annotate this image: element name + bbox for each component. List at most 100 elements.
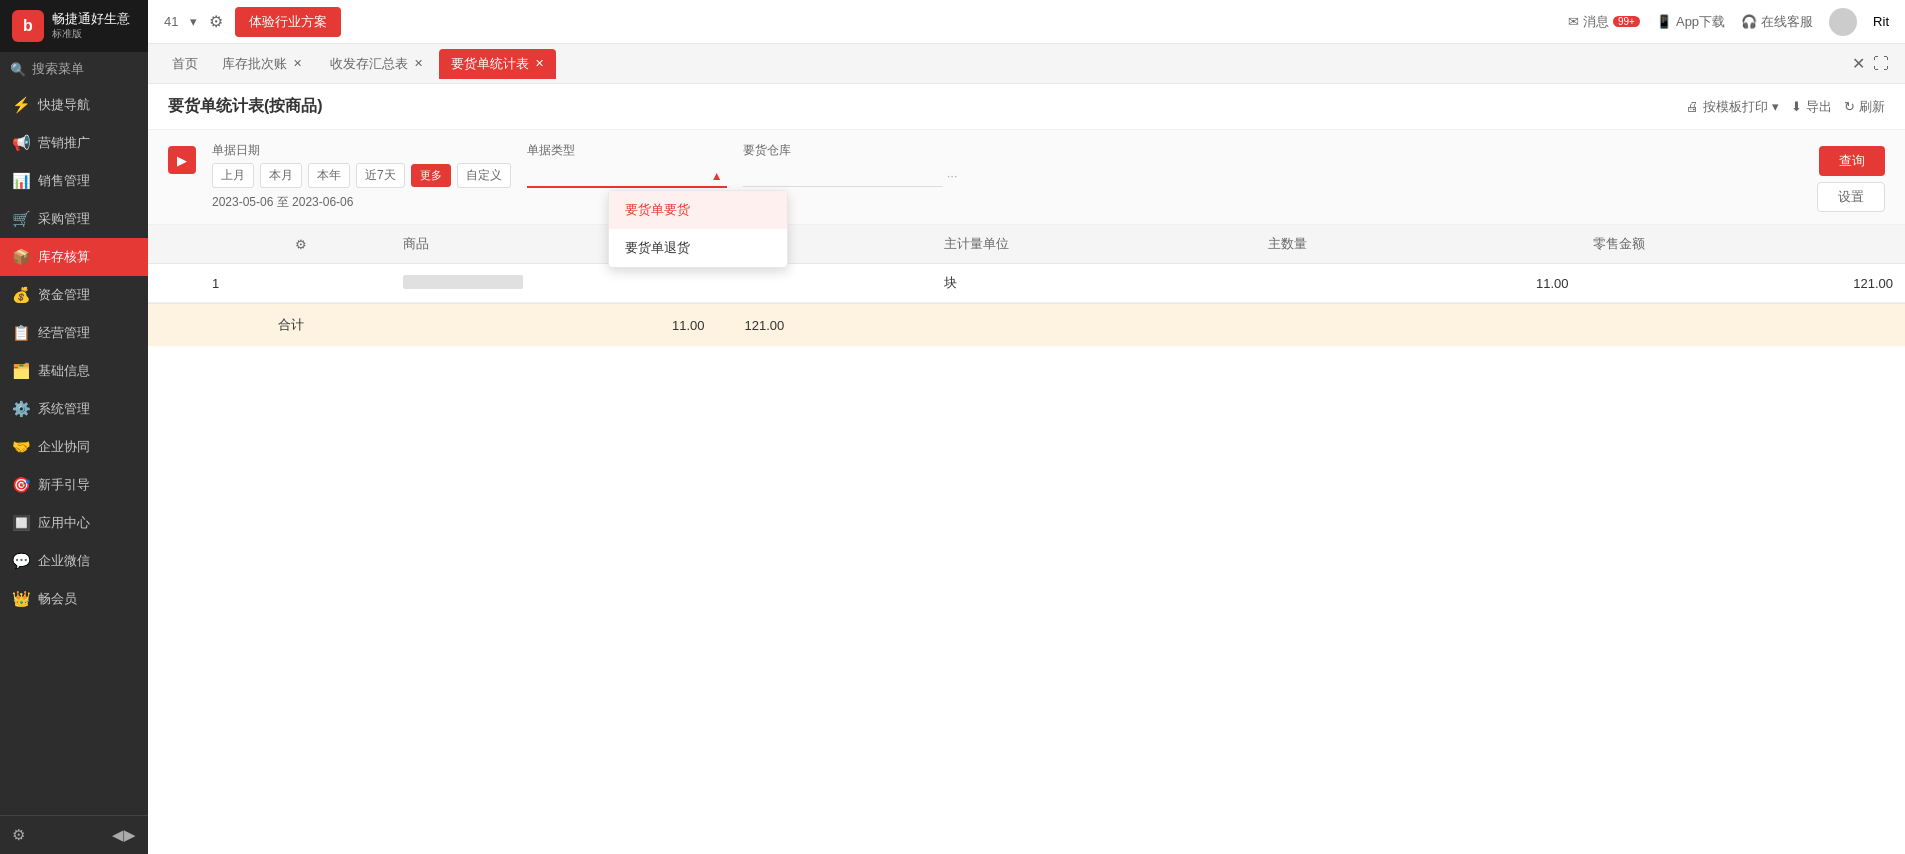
- warehouse-filter-group: 要货仓库 ···: [743, 142, 958, 187]
- sidebar-footer: ⚙ ◀▶: [0, 815, 148, 854]
- dropdown-item-order-goods[interactable]: 要货单要货: [609, 191, 787, 229]
- date-filter-options: 上月 本月 本年 近7天 更多 自定义: [212, 163, 511, 188]
- tab-batch-accounts[interactable]: 库存批次账 ✕: [210, 49, 314, 79]
- purchase-icon: 🛒: [12, 210, 30, 228]
- query-button[interactable]: 查询: [1819, 146, 1885, 176]
- apps-icon: 🔲: [12, 514, 30, 532]
- sidebar-item-guide[interactable]: 🎯 新手引导: [0, 466, 148, 504]
- topbar: 41 ▾ ⚙ 体验行业方案 ✉ 消息 99+ 📱 App下载 🎧 在线客服 Ri…: [148, 0, 1905, 44]
- date-btn-this-month[interactable]: 本月: [260, 163, 302, 188]
- type-filter-label: 单据类型: [527, 142, 727, 159]
- sidebar: b 畅捷通好生意 标准版 🔍 搜索菜单 ⚡ 快捷导航 📢 营销推广 📊 销售管理…: [0, 0, 148, 854]
- date-btn-7days[interactable]: 近7天: [356, 163, 405, 188]
- cell-product: [391, 264, 932, 303]
- guide-icon: 🎯: [12, 476, 30, 494]
- cell-unit: 块: [932, 264, 1256, 303]
- refresh-button[interactable]: ↻ 刷新: [1844, 98, 1885, 116]
- filter-actions: 查询 设置: [1817, 146, 1885, 212]
- app-download-button[interactable]: 📱 App下载: [1656, 13, 1725, 31]
- operations-icon: 📋: [12, 324, 30, 342]
- date-btn-this-year[interactable]: 本年: [308, 163, 350, 188]
- sidebar-item-enterprise[interactable]: 🤝 企业协同: [0, 428, 148, 466]
- warehouse-filter-label: 要货仓库: [743, 142, 958, 159]
- sidebar-logo: b 畅捷通好生意 标准版: [0, 0, 148, 52]
- warehouse-select-input[interactable]: [743, 163, 943, 187]
- tabs-close-all-icon[interactable]: ✕: [1852, 54, 1865, 73]
- message-icon: ✉: [1568, 14, 1579, 29]
- search-menu[interactable]: 🔍 搜索菜单: [0, 52, 148, 86]
- refresh-icon: ↻: [1844, 99, 1855, 114]
- username: Rit: [1873, 14, 1889, 29]
- online-service-button[interactable]: 🎧 在线客服: [1741, 13, 1813, 31]
- col-header-num: [148, 225, 283, 264]
- sidebar-item-apps[interactable]: 🔲 应用中心: [0, 504, 148, 542]
- sidebar-item-marketing[interactable]: 📢 营销推广: [0, 124, 148, 162]
- logo-icon: b: [12, 10, 44, 42]
- tab-collect-summary[interactable]: 收发存汇总表 ✕: [318, 49, 435, 79]
- date-filter-group: 单据日期 上月 本月 本年 近7天 更多 自定义 2023-05-06 至 20…: [212, 142, 511, 211]
- warehouse-dots-icon[interactable]: ···: [947, 168, 958, 183]
- sidebar-item-finance[interactable]: 💰 资金管理: [0, 276, 148, 314]
- filter-expand-button[interactable]: ▶: [168, 146, 196, 174]
- quick-nav-icon: ⚡: [12, 96, 30, 114]
- print-icon: 🖨: [1686, 99, 1699, 114]
- notification-button[interactable]: ✉ 消息 99+: [1568, 13, 1640, 31]
- dropdown-item-order-return[interactable]: 要货单退货: [609, 229, 787, 267]
- finance-icon: 💰: [12, 286, 30, 304]
- trial-button[interactable]: 体验行业方案: [235, 7, 341, 37]
- date-btn-more[interactable]: 更多: [411, 164, 451, 187]
- sidebar-item-purchase[interactable]: 🛒 采购管理: [0, 200, 148, 238]
- tab-order-stats[interactable]: 要货单统计表 ✕: [439, 49, 556, 79]
- sales-icon: 📊: [12, 172, 30, 190]
- col-header-amount: 零售金额: [1581, 225, 1905, 264]
- export-button[interactable]: ⬇ 导出: [1791, 98, 1832, 116]
- page-header: 要货单统计表(按商品) 🖨 按模板打印 ▾ ⬇ 导出 ↻ 刷新: [148, 84, 1905, 130]
- print-chevron-icon: ▾: [1772, 99, 1779, 114]
- type-select-input[interactable]: [527, 163, 727, 188]
- cell-settings[interactable]: [283, 264, 391, 303]
- footer-label: 合计: [278, 316, 304, 334]
- tab-count: 41: [164, 14, 178, 29]
- tabs-bar-right: ✕ ⛶: [1852, 54, 1889, 73]
- sidebar-item-sales[interactable]: 📊 销售管理: [0, 162, 148, 200]
- topbar-left: 41 ▾ ⚙ 体验行业方案: [164, 7, 341, 37]
- date-btn-custom[interactable]: 自定义: [457, 163, 511, 188]
- data-table: ⚙ 商品 主计量单位 主数量 零售金额 1: [148, 225, 1905, 303]
- tab-dropdown-chevron[interactable]: ▾: [190, 14, 197, 29]
- page-content: 要货单统计表(按商品) 🖨 按模板打印 ▾ ⬇ 导出 ↻ 刷新 ▶: [148, 84, 1905, 854]
- date-filter-label: 单据日期: [212, 142, 511, 159]
- sidebar-item-inventory[interactable]: 📦 库存核算: [0, 238, 148, 276]
- table-wrapper: ⚙ 商品 主计量单位 主数量 零售金额 1: [148, 225, 1905, 303]
- col-header-settings[interactable]: ⚙: [283, 225, 391, 264]
- sidebar-item-wechat[interactable]: 💬 企业微信: [0, 542, 148, 580]
- notification-badge: 99+: [1613, 16, 1640, 27]
- sidebar-item-basic[interactable]: 🗂️ 基础信息: [0, 352, 148, 390]
- settings-footer-icon[interactable]: ⚙: [12, 826, 25, 844]
- type-dropdown-menu: 要货单要货 要货单退货: [608, 190, 788, 268]
- tab-home[interactable]: 首页: [164, 49, 206, 79]
- type-chevron-icon[interactable]: ▲: [711, 169, 723, 183]
- tabs-expand-icon[interactable]: ⛶: [1873, 55, 1889, 73]
- tab-close-batch-accounts[interactable]: ✕: [293, 57, 302, 70]
- collapse-icon[interactable]: ◀▶: [112, 826, 136, 844]
- sidebar-item-member[interactable]: 👑 畅会员: [0, 580, 148, 618]
- search-icon: 🔍: [10, 62, 26, 77]
- sidebar-item-operations[interactable]: 📋 经营管理: [0, 314, 148, 352]
- tab-close-collect-summary[interactable]: ✕: [414, 57, 423, 70]
- topbar-gear-icon[interactable]: ⚙: [209, 12, 223, 31]
- sidebar-item-quick-nav[interactable]: ⚡ 快捷导航: [0, 86, 148, 124]
- phone-icon: 📱: [1656, 14, 1672, 29]
- user-avatar[interactable]: [1829, 8, 1857, 36]
- member-icon: 👑: [12, 590, 30, 608]
- sidebar-item-system[interactable]: ⚙️ 系统管理: [0, 390, 148, 428]
- table-settings-icon[interactable]: ⚙: [295, 237, 307, 252]
- inventory-icon: 📦: [12, 248, 30, 266]
- footer-qty: 11.00: [672, 318, 705, 333]
- tab-close-order-stats[interactable]: ✕: [535, 57, 544, 70]
- print-button[interactable]: 🖨 按模板打印 ▾: [1686, 98, 1779, 116]
- topbar-right: ✉ 消息 99+ 📱 App下载 🎧 在线客服 Rit: [1568, 8, 1889, 36]
- date-btn-last-month[interactable]: 上月: [212, 163, 254, 188]
- export-icon: ⬇: [1791, 99, 1802, 114]
- headset-icon: 🎧: [1741, 14, 1757, 29]
- filter-settings-button[interactable]: 设置: [1817, 182, 1885, 212]
